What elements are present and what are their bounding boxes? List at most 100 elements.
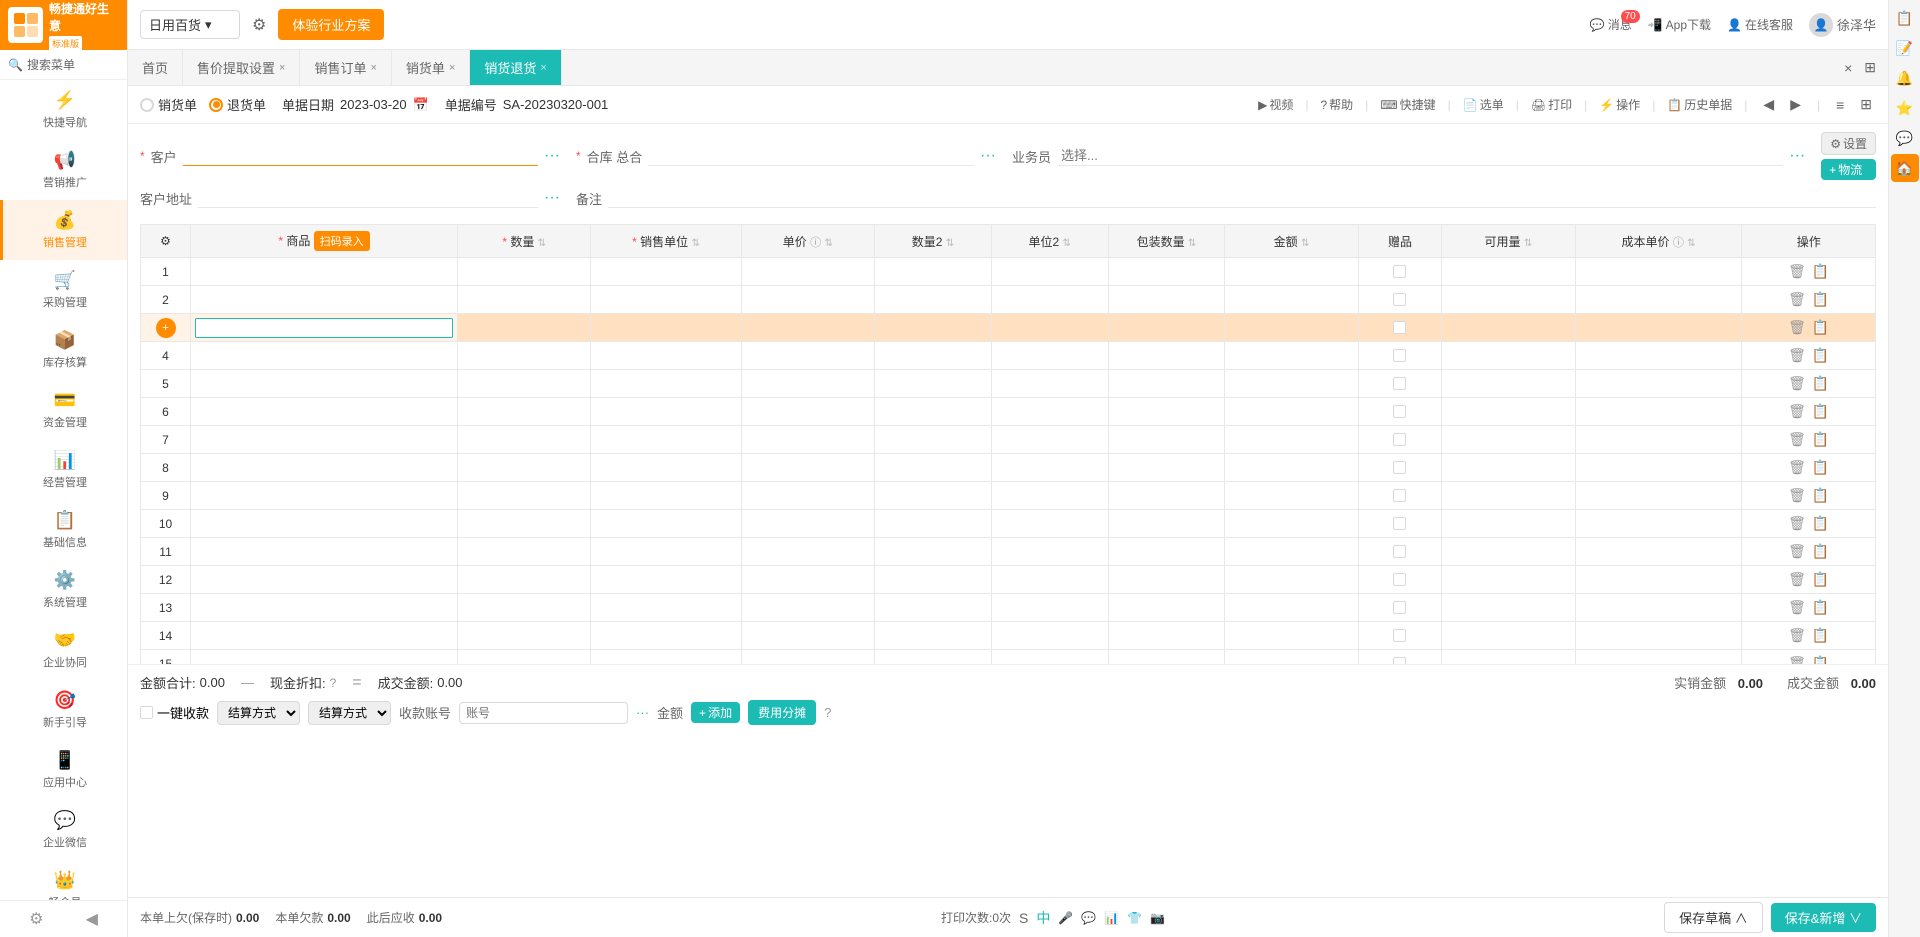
unit2-cell[interactable] — [991, 314, 1108, 342]
sidebar-item-marketing[interactable]: 📢 营销推广 — [0, 140, 127, 200]
copy-row-icon[interactable]: 📋 — [1812, 543, 1829, 560]
radio-return[interactable]: 退货单 — [209, 95, 266, 114]
sidebar-item-member[interactable]: 👑 畅会员 — [0, 860, 127, 900]
amount-cell[interactable] — [1225, 258, 1358, 286]
tab-close-icon[interactable]: × — [540, 62, 546, 74]
tab-close-icon[interactable]: × — [370, 62, 376, 74]
fee-split-btn[interactable]: 费用分摊 — [748, 700, 816, 725]
warehouse-input[interactable] — [648, 146, 974, 166]
sales-unit-cell[interactable] — [591, 258, 741, 286]
sales-unit-cell[interactable] — [591, 314, 741, 342]
product-cell[interactable] — [191, 258, 458, 286]
sort-icon[interactable]: ⇅ — [1188, 238, 1196, 249]
account-input[interactable] — [459, 702, 628, 724]
topbar-gear-icon[interactable]: ⚙ — [248, 11, 270, 39]
amount-cell[interactable] — [1225, 286, 1358, 314]
video-action[interactable]: ▶ 视频 — [1258, 96, 1293, 113]
toolbar-icon-4[interactable]: 💬 — [1081, 911, 1096, 925]
tab-sales-order[interactable]: 销售订单 × — [300, 50, 391, 86]
list-view-btn[interactable]: ≡ — [1832, 95, 1848, 115]
industry-selector[interactable]: 日用百货 ▾ — [140, 10, 240, 39]
right-panel-btn-6[interactable]: 🏠 — [1891, 154, 1919, 182]
gift-checkbox[interactable] — [1393, 405, 1406, 418]
dots-selector[interactable]: ··· — [636, 705, 649, 720]
gift-checkbox[interactable] — [1393, 489, 1406, 502]
toolbar-icon-5[interactable]: 📊 — [1104, 911, 1119, 925]
salesperson-selector-btn[interactable]: ··· — [1789, 147, 1805, 165]
sort-icon[interactable]: ⇅ — [1301, 238, 1309, 249]
salesperson-input[interactable] — [1057, 146, 1783, 166]
history-action[interactable]: 📋 历史单据 — [1667, 96, 1732, 113]
copy-row-icon[interactable]: 📋 — [1812, 291, 1829, 308]
toolbar-icon-7[interactable]: 📷 — [1150, 911, 1165, 925]
sort-icon[interactable]: ⇅ — [691, 238, 699, 249]
quantity-cell[interactable] — [457, 286, 590, 314]
delete-row-icon[interactable]: 🗑 — [1788, 431, 1806, 448]
right-panel-btn-3[interactable]: 🔔 — [1891, 64, 1919, 92]
unit-price-cell[interactable] — [741, 258, 874, 286]
gift-checkbox[interactable] — [1393, 601, 1406, 614]
sidebar-search[interactable]: 🔍 搜索菜单 — [0, 50, 127, 80]
product-input-active[interactable] — [195, 318, 453, 338]
grid-view-btn[interactable]: ⊞ — [1856, 94, 1876, 115]
product-cell[interactable] — [191, 286, 458, 314]
delete-row-icon[interactable]: 🗑 — [1788, 375, 1806, 392]
gift-checkbox[interactable] — [1393, 545, 1406, 558]
save-draft-btn[interactable]: 保存草稿 ∧ — [1664, 902, 1763, 933]
message-btn[interactable]: 💬 消息 70 — [1590, 16, 1632, 33]
th-gear[interactable]: ⚙ — [141, 225, 191, 258]
next-record-btn[interactable]: ▶ — [1786, 94, 1805, 115]
gift-checkbox[interactable] — [1393, 265, 1406, 278]
shortcut-action[interactable]: ⌨ 快捷键 — [1380, 96, 1435, 113]
delete-row-icon[interactable]: 🗑 — [1788, 403, 1806, 420]
right-panel-btn-2[interactable]: 📝 — [1891, 34, 1919, 62]
sales-unit-cell[interactable] — [591, 286, 741, 314]
sort-icon[interactable]: ⇅ — [1687, 238, 1695, 249]
gift-cell[interactable] — [1358, 314, 1441, 342]
sidebar-item-operations[interactable]: 📊 经营管理 — [0, 440, 127, 500]
delete-row-icon[interactable]: 🗑 — [1788, 627, 1806, 644]
calculation-method-select[interactable]: 结算方式 — [308, 701, 391, 725]
pack-qty-cell[interactable] — [1108, 286, 1225, 314]
gift-checkbox[interactable] — [1393, 629, 1406, 642]
delete-row-icon[interactable]: 🗑 — [1788, 263, 1806, 280]
gift-checkbox[interactable] — [1393, 657, 1406, 664]
customer-selector-btn[interactable]: ··· — [544, 147, 560, 165]
sidebar-item-basic-info[interactable]: 📋 基础信息 — [0, 500, 127, 560]
tab-close-icon[interactable]: × — [279, 62, 285, 74]
scan-input-btn[interactable]: 扫码录入 — [314, 231, 370, 251]
sidebar-item-app-center[interactable]: 📱 应用中心 — [0, 740, 127, 800]
gift-checkbox[interactable] — [1393, 321, 1406, 334]
delete-row-icon[interactable]: 🗑 — [1788, 599, 1806, 616]
delete-row-icon[interactable]: 🗑 — [1788, 543, 1806, 560]
one-click-checkbox[interactable] — [140, 706, 153, 719]
unit-price-cell[interactable] — [741, 286, 874, 314]
tab-price-settings[interactable]: 售价提取设置 × — [183, 50, 300, 86]
tab-home[interactable]: 首页 — [128, 50, 183, 86]
cost-price-cell[interactable] — [1575, 314, 1742, 342]
sidebar-item-inventory[interactable]: 📦 库存核算 — [0, 320, 127, 380]
delete-row-icon[interactable]: 🗑 — [1788, 515, 1806, 532]
print-action[interactable]: 🖨 打印 — [1531, 96, 1572, 113]
address-input[interactable] — [198, 188, 538, 208]
delete-row-icon[interactable]: 🗑 — [1788, 487, 1806, 504]
delete-row-icon[interactable]: 🗑 — [1788, 571, 1806, 588]
app-download-btn[interactable]: 📲 App下载 — [1648, 16, 1711, 33]
experience-btn[interactable]: 体验行业方案 — [278, 9, 384, 40]
sort-icon[interactable]: ⇅ — [1062, 238, 1070, 249]
gift-cell[interactable] — [1358, 258, 1441, 286]
gift-checkbox[interactable] — [1393, 293, 1406, 306]
prev-record-btn[interactable]: ◀ — [1759, 94, 1778, 115]
copy-row-icon[interactable]: 📋 — [1812, 571, 1829, 588]
copy-row-icon[interactable]: 📋 — [1812, 431, 1829, 448]
available-cell[interactable] — [1442, 286, 1575, 314]
settings-bottom-btn[interactable]: ⚙ — [29, 909, 43, 929]
delete-row-icon[interactable]: 🗑 — [1788, 655, 1806, 664]
right-panel-btn-1[interactable]: 📋 — [1891, 4, 1919, 32]
fee-help-icon[interactable]: ? — [824, 705, 831, 720]
quantity-cell[interactable] — [457, 314, 590, 342]
toolbar-icon-3[interactable]: 🎤 — [1058, 911, 1073, 925]
sidebar-item-sales[interactable]: 💰 销售管理 — [0, 200, 127, 260]
gift-checkbox[interactable] — [1393, 349, 1406, 362]
copy-row-icon[interactable]: 📋 — [1812, 627, 1829, 644]
